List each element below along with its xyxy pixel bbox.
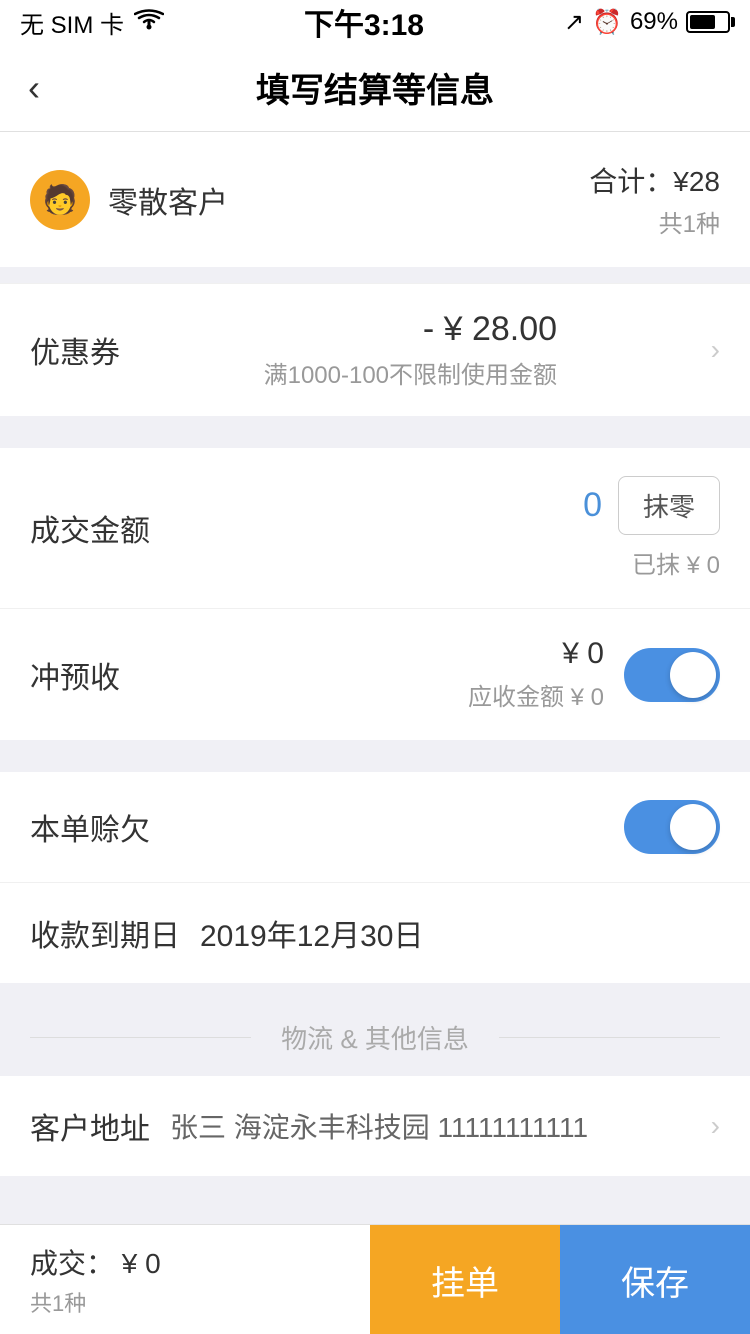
hang-button[interactable]: 挂单 [370,1225,560,1334]
prepayment-amount: ¥ 0 [562,637,604,671]
prepayment-label: 冲预收 [30,653,120,697]
coupon-row[interactable]: 优惠券 - ¥ 28.00 满1000-100不限制使用金额 › [0,283,750,416]
main-content: 🧑 零散客户 合计：¥28 共1种 优惠券 - ¥ 28.00 满1000-10… [0,132,750,1312]
nav-bar: ‹ 填写结算等信息 [0,44,750,132]
customer-right: 合计：¥28 共1种 [589,160,720,239]
save-button[interactable]: 保存 [560,1225,750,1334]
amount-section: 成交金额 0 抹零 已抹 ¥ 0 冲预收 ¥ 0 应收金额 ¥ 0 [0,448,750,740]
back-button[interactable]: ‹ [28,67,40,109]
page-title: 填写结算等信息 [256,63,494,112]
customer-count: 共1种 [589,204,720,239]
debt-label: 本单赊欠 [30,805,150,849]
debt-row: 本单赊欠 [0,772,750,882]
bottom-actions: 挂单 保存 [370,1225,750,1334]
address-label: 客户地址 [30,1104,150,1148]
debt-toggle-knob [670,804,716,850]
wifi-icon [134,8,164,37]
logistics-divider: 物流 & 其他信息 [0,999,750,1076]
amount-sub: 已抹 ¥ 0 [632,545,720,580]
coupon-discount: - ¥ 28.00 [423,310,557,349]
coupon-section: 优惠券 - ¥ 28.00 满1000-100不限制使用金额 › [0,283,750,416]
toggle-knob [670,652,716,698]
prepayment-toggle[interactable] [624,648,720,702]
due-date-row: 收款到期日 2019年12月30日 [0,882,750,983]
status-right: ↗ ⏰ 69% [564,8,730,37]
customer-left: 🧑 零散客户 [30,170,228,230]
amount-label: 成交金额 [30,506,150,550]
coupon-right: - ¥ 28.00 满1000-100不限制使用金额 [264,310,557,390]
customer-section: 🧑 零散客户 合计：¥28 共1种 [0,132,750,267]
divider-bg-1 [0,432,750,448]
sim-text: 无 SIM 卡 [20,5,124,40]
address-chevron-icon: › [711,1110,720,1142]
battery-icon [686,11,730,33]
bottom-bar: 成交： ¥ 0 共1种 挂单 保存 [0,1224,750,1334]
status-bar: 无 SIM 卡 下午3:18 ↗ ⏰ 69% [0,0,750,44]
avatar: 🧑 [30,170,90,230]
address-value: 张三 海淀永丰科技园 11111111111 [170,1106,701,1146]
divider-line-left [30,1037,251,1038]
bottom-deal-label: 成交： ¥ 0 [30,1242,340,1282]
bottom-info: 成交： ¥ 0 共1种 [0,1225,370,1334]
amount-row: 成交金额 0 抹零 已抹 ¥ 0 [0,448,750,608]
status-left: 无 SIM 卡 [20,5,164,40]
bottom-count-label: 共1种 [30,1286,340,1318]
amount-value[interactable]: 0 [562,486,602,525]
avatar-icon: 🧑 [43,183,78,216]
location-icon: ↗ [564,8,584,37]
amount-input-area: 0 抹零 [562,476,720,535]
logistics-label: 物流 & 其他信息 [281,1019,469,1056]
customer-row: 🧑 零散客户 合计：¥28 共1种 [0,132,750,267]
chevron-right-icon: › [711,334,720,366]
status-time: 下午3:18 [304,0,424,44]
round-button[interactable]: 抹零 [618,476,720,535]
customer-total: 合计：¥28 [589,160,720,200]
battery-text: 69% [630,8,678,36]
prepayment-sub: 应收金额 ¥ 0 [468,677,604,712]
alarm-icon: ⏰ [592,8,622,37]
coupon-label: 优惠券 [30,328,120,372]
due-date-value[interactable]: 2019年12月30日 [200,911,423,955]
debt-toggle[interactable] [624,800,720,854]
address-section: 客户地址 张三 海淀永丰科技园 11111111111 › [0,1076,750,1176]
debt-section: 本单赊欠 收款到期日 2019年12月30日 [0,772,750,983]
due-date-label: 收款到期日 [30,911,180,955]
divider-bg-2 [0,756,750,772]
coupon-sub: 满1000-100不限制使用金额 [264,355,557,390]
customer-name: 零散客户 [108,178,228,222]
prepayment-row: 冲预收 ¥ 0 应收金额 ¥ 0 [0,608,750,740]
address-row[interactable]: 客户地址 张三 海淀永丰科技园 11111111111 › [0,1076,750,1176]
divider-line-right [499,1037,720,1038]
